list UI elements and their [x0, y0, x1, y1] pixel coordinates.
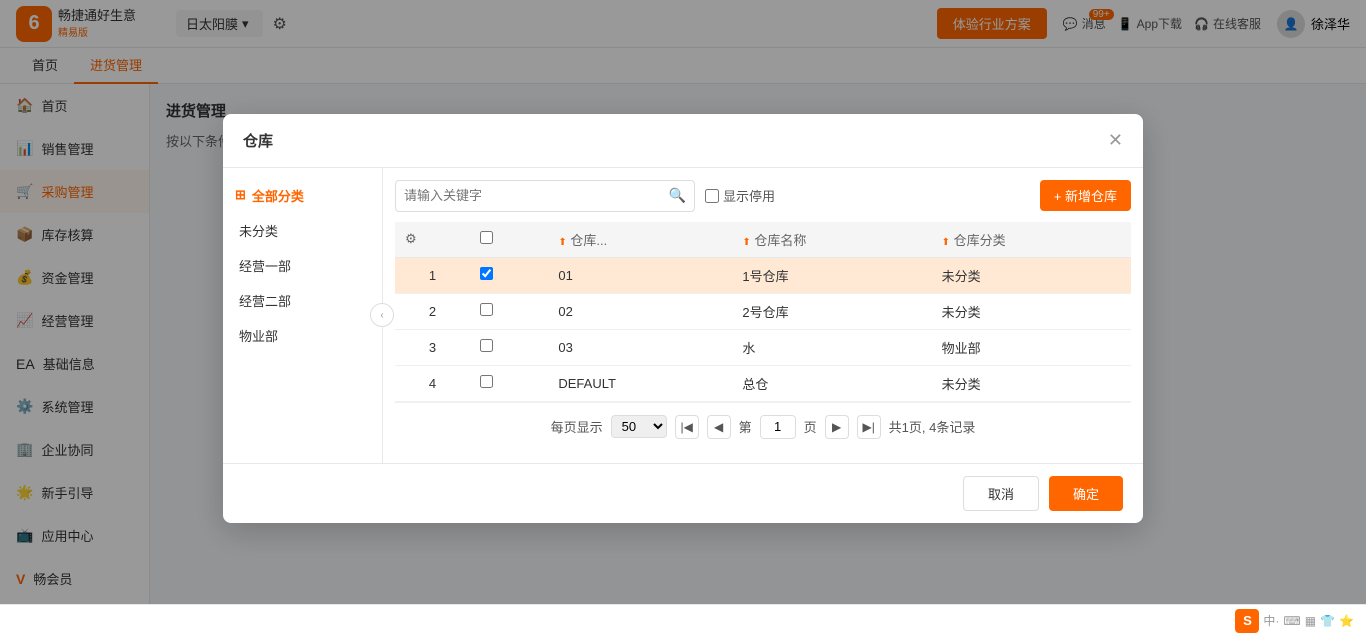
row-checkbox-cell — [470, 257, 548, 293]
row-code: 02 — [548, 293, 732, 329]
row-category: 未分类 — [932, 293, 1131, 329]
row-name: 水 — [732, 329, 931, 365]
modal-footer: 取消 确定 — [223, 463, 1143, 523]
row-code: DEFAULT — [548, 365, 732, 401]
select-all-checkbox[interactable] — [480, 231, 493, 244]
shirt-icon: 👕 — [1320, 614, 1335, 628]
row-name: 总仓 — [732, 365, 931, 401]
row-code: 01 — [548, 257, 732, 293]
row-category: 未分类 — [932, 365, 1131, 401]
sort-icon-category: ⬆ — [942, 237, 950, 248]
show-disabled-checkbox[interactable] — [705, 189, 719, 203]
gear-th-icon: ⚙ — [405, 231, 417, 246]
search-input[interactable] — [404, 188, 669, 203]
modal-header: 仓库 ✕ — [223, 114, 1143, 168]
add-warehouse-button[interactable]: + 新增仓库 — [1040, 180, 1131, 211]
sort-icon-name: ⬆ — [742, 237, 750, 248]
row-name: 2号仓库 — [732, 293, 931, 329]
pagination: 每页显示 50 10 20 100 |◀ ◀ 第 页 ▶ ▶| 共1页, 4条记… — [395, 402, 1131, 451]
warehouse-modal: 仓库 ✕ ⊞ 全部分类 未分类 经营一部 经营二部 物业部 ‹ — [223, 114, 1143, 523]
status-brand: S 中· ⌨ ▦ 👕 ⭐ — [1235, 609, 1354, 633]
row-checkbox-cell — [470, 293, 548, 329]
table-panel: 🔍 显示停用 + 新增仓库 ⚙ — [383, 168, 1143, 463]
th-settings: ⚙ — [395, 222, 470, 258]
modal-title: 仓库 — [243, 130, 273, 151]
table-row[interactable]: 3 03 水 物业部 — [395, 329, 1131, 365]
th-checkbox — [470, 222, 548, 258]
next-page-button[interactable]: ▶ — [825, 415, 849, 439]
star-status-icon: ⭐ — [1339, 614, 1354, 628]
category-item-dept1[interactable]: 经营一部 — [223, 248, 382, 283]
confirm-button[interactable]: 确定 — [1049, 476, 1123, 511]
per-page-label: 每页显示 — [551, 417, 603, 436]
table-row[interactable]: 4 DEFAULT 总仓 未分类 — [395, 365, 1131, 401]
show-disabled-label: 显示停用 — [723, 186, 775, 205]
row-checkbox-cell — [470, 365, 548, 401]
first-page-button[interactable]: |◀ — [675, 415, 699, 439]
page-label: 第 — [739, 417, 752, 436]
row-num: 1 — [395, 257, 470, 293]
modal-overlay: 仓库 ✕ ⊞ 全部分类 未分类 经营一部 经营二部 物业部 ‹ — [0, 0, 1366, 636]
status-bar: S 中· ⌨ ▦ 👕 ⭐ — [0, 604, 1366, 636]
row-checkbox[interactable] — [480, 375, 493, 388]
row-checkbox[interactable] — [480, 339, 493, 352]
page-unit: 页 — [804, 417, 817, 436]
table-row[interactable]: 1 01 1号仓库 未分类 — [395, 257, 1131, 293]
search-icon[interactable]: 🔍 — [669, 187, 686, 204]
sort-icon-code: ⬆ — [558, 237, 566, 248]
page-size-select[interactable]: 50 10 20 100 — [611, 415, 667, 438]
category-item-unclassified[interactable]: 未分类 — [223, 213, 382, 248]
row-code: 03 — [548, 329, 732, 365]
th-name[interactable]: ⬆ 仓库名称 — [732, 222, 931, 258]
search-input-wrap: 🔍 — [395, 180, 695, 212]
row-checkbox[interactable] — [480, 303, 493, 316]
warehouse-table: ⚙ ⬆ 仓库... ⬆ 仓库名称 ⬆ 仓库分类 1 01 1号仓库 未分类 2 … — [395, 222, 1131, 402]
page-number-input[interactable] — [760, 415, 796, 439]
table-toolbar: 🔍 显示停用 + 新增仓库 — [395, 180, 1131, 212]
row-category: 物业部 — [932, 329, 1131, 365]
brand-label: 中· — [1263, 612, 1279, 629]
row-num: 4 — [395, 365, 470, 401]
category-item-property[interactable]: 物业部 — [223, 318, 382, 353]
row-num: 2 — [395, 293, 470, 329]
cancel-button[interactable]: 取消 — [963, 476, 1039, 511]
total-info: 共1页, 4条记录 — [889, 417, 976, 436]
row-checkbox-cell — [470, 329, 548, 365]
row-num: 3 — [395, 329, 470, 365]
th-code[interactable]: ⬆ 仓库... — [548, 222, 732, 258]
show-disabled-wrapper: 显示停用 — [705, 186, 775, 205]
table-row[interactable]: 2 02 2号仓库 未分类 — [395, 293, 1131, 329]
category-all-header[interactable]: ⊞ 全部分类 — [223, 178, 382, 213]
category-collapse-button[interactable]: ‹ — [370, 303, 394, 327]
s-logo-icon: S — [1235, 609, 1259, 633]
category-all-label: 全部分类 — [252, 186, 304, 205]
modal-close-button[interactable]: ✕ — [1108, 130, 1123, 151]
row-name: 1号仓库 — [732, 257, 931, 293]
category-item-dept2[interactable]: 经营二部 — [223, 283, 382, 318]
modal-body: ⊞ 全部分类 未分类 经营一部 经营二部 物业部 ‹ 🔍 — [223, 168, 1143, 463]
prev-page-button[interactable]: ◀ — [707, 415, 731, 439]
keyboard-icon: ⌨ — [1283, 614, 1300, 628]
th-category[interactable]: ⬆ 仓库分类 — [932, 222, 1131, 258]
last-page-button[interactable]: ▶| — [857, 415, 881, 439]
grid-status-icon: ▦ — [1305, 614, 1316, 628]
table-scroll-area: ⚙ ⬆ 仓库... ⬆ 仓库名称 ⬆ 仓库分类 1 01 1号仓库 未分类 2 … — [395, 222, 1131, 402]
category-panel: ⊞ 全部分类 未分类 经营一部 经营二部 物业部 ‹ — [223, 168, 383, 463]
row-category: 未分类 — [932, 257, 1131, 293]
row-checkbox[interactable] — [480, 267, 493, 280]
grid-icon: ⊞ — [235, 187, 246, 203]
